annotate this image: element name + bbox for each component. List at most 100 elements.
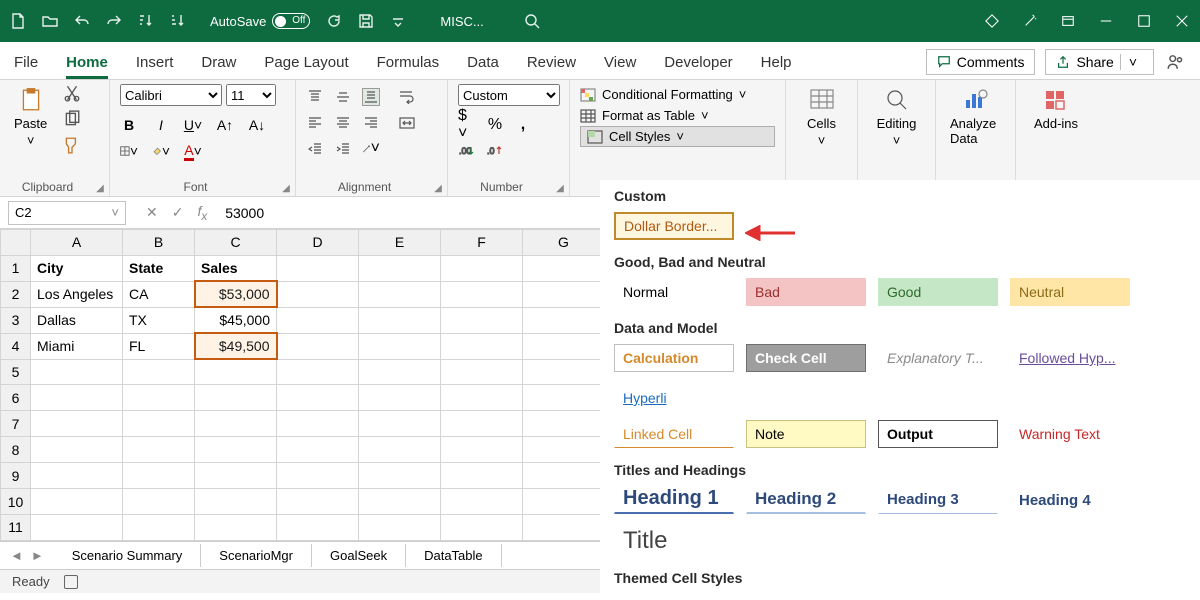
row-header[interactable]: 9: [1, 463, 31, 489]
font-size-select[interactable]: 11: [226, 84, 276, 106]
editing-button[interactable]: Editing˅: [873, 84, 921, 150]
row-header[interactable]: 6: [1, 385, 31, 411]
style-title[interactable]: Title: [614, 526, 674, 556]
cell[interactable]: CA: [123, 281, 195, 307]
cell[interactable]: [359, 489, 441, 515]
style-dollar-border[interactable]: Dollar Border...: [614, 212, 734, 240]
cell[interactable]: Dallas: [31, 307, 123, 333]
style-check-cell[interactable]: Check Cell: [746, 344, 866, 372]
cell[interactable]: [123, 411, 195, 437]
align-center-icon[interactable]: [334, 114, 352, 132]
cell[interactable]: [31, 437, 123, 463]
tab-data[interactable]: Data: [467, 46, 499, 79]
cells-button[interactable]: Cells˅: [803, 84, 840, 150]
cell[interactable]: $53,000: [195, 281, 277, 307]
cell[interactable]: [441, 411, 523, 437]
style-good[interactable]: Good: [878, 278, 998, 306]
tab-help[interactable]: Help: [761, 46, 792, 79]
col-header-G[interactable]: G: [523, 230, 605, 256]
percent-icon[interactable]: %: [486, 116, 504, 134]
sheet-tab[interactable]: DataTable: [406, 544, 502, 567]
copy-icon[interactable]: [63, 110, 81, 128]
window-mode-icon[interactable]: [1060, 13, 1076, 29]
paste-button[interactable]: Paste ˅: [10, 84, 51, 154]
cell[interactable]: [441, 333, 523, 359]
align-right-icon[interactable]: [362, 114, 380, 132]
style-output[interactable]: Output: [878, 420, 998, 448]
style-heading-4[interactable]: Heading 4: [1010, 486, 1130, 514]
save-icon[interactable]: [358, 13, 374, 29]
cell[interactable]: [277, 411, 359, 437]
decrease-font-icon[interactable]: A↓: [248, 116, 266, 134]
cell[interactable]: [277, 489, 359, 515]
conditional-formatting-button[interactable]: Conditional Formatting ˅: [580, 84, 775, 105]
cell[interactable]: [441, 307, 523, 333]
cell[interactable]: [359, 385, 441, 411]
tab-formulas[interactable]: Formulas: [377, 46, 440, 79]
col-header-C[interactable]: C: [195, 230, 277, 256]
format-as-table-button[interactable]: Format as Table ˅: [580, 105, 775, 126]
cell[interactable]: [277, 437, 359, 463]
font-name-select[interactable]: Calibri: [120, 84, 222, 106]
tab-draw[interactable]: Draw: [201, 46, 236, 79]
cell[interactable]: [195, 489, 277, 515]
record-macro-icon[interactable]: [64, 575, 78, 589]
cell[interactable]: [277, 359, 359, 385]
tab-review[interactable]: Review: [527, 46, 576, 79]
style-explanatory[interactable]: Explanatory T...: [878, 344, 998, 372]
sort-asc-icon[interactable]: [138, 13, 154, 29]
align-left-icon[interactable]: [306, 114, 324, 132]
align-middle-icon[interactable]: [334, 88, 352, 106]
cell[interactable]: [277, 514, 359, 540]
cell[interactable]: [441, 255, 523, 281]
style-linked-cell[interactable]: Linked Cell: [614, 420, 734, 448]
cell[interactable]: [359, 307, 441, 333]
close-icon[interactable]: [1174, 13, 1190, 29]
cell[interactable]: [523, 385, 605, 411]
sheet-prev-icon[interactable]: ◄: [10, 548, 23, 563]
wand-icon[interactable]: [1022, 13, 1038, 29]
style-heading-3[interactable]: Heading 3: [878, 486, 998, 514]
clipboard-launcher[interactable]: ◢: [93, 183, 107, 194]
share-button[interactable]: Share ˅: [1045, 49, 1154, 75]
sheet-next-icon[interactable]: ►: [31, 548, 44, 563]
tab-developer[interactable]: Developer: [664, 46, 732, 79]
analyze-data-button[interactable]: Analyze Data: [946, 84, 1005, 148]
cell[interactable]: [123, 359, 195, 385]
sheet-tab[interactable]: ScenarioMgr: [201, 544, 312, 567]
cell[interactable]: [277, 333, 359, 359]
fx-icon[interactable]: fx: [197, 203, 207, 223]
tab-insert[interactable]: Insert: [136, 46, 174, 79]
cell[interactable]: [31, 489, 123, 515]
style-bad[interactable]: Bad: [746, 278, 866, 306]
cell[interactable]: [277, 463, 359, 489]
autosave-toggle[interactable]: AutoSave Off: [210, 13, 310, 29]
tab-pagelayout[interactable]: Page Layout: [264, 46, 348, 79]
cell[interactable]: [441, 437, 523, 463]
cell[interactable]: Los Angeles: [31, 281, 123, 307]
cell[interactable]: Miami: [31, 333, 123, 359]
undo-icon[interactable]: [74, 13, 90, 29]
fill-color-button[interactable]: ˅: [152, 142, 170, 160]
sort-desc-icon[interactable]: [170, 13, 186, 29]
cell[interactable]: [523, 514, 605, 540]
cell[interactable]: $45,000: [195, 307, 277, 333]
row-header[interactable]: 8: [1, 437, 31, 463]
decrease-decimal-icon[interactable]: .0: [486, 142, 504, 160]
alignment-launcher[interactable]: ◢: [431, 183, 445, 194]
cell[interactable]: [523, 489, 605, 515]
cell[interactable]: [441, 359, 523, 385]
underline-button[interactable]: U ˅: [184, 116, 202, 134]
style-calculation[interactable]: Calculation: [614, 344, 734, 372]
minimize-icon[interactable]: [1098, 13, 1114, 29]
style-heading-1[interactable]: Heading 1: [614, 486, 734, 514]
style-followed-hyperlink[interactable]: Followed Hyp...: [1010, 344, 1130, 372]
name-box[interactable]: C2˅: [8, 201, 126, 225]
merge-center-icon[interactable]: [398, 114, 416, 132]
cell[interactable]: [523, 437, 605, 463]
row-header[interactable]: 2: [1, 281, 31, 307]
comma-icon[interactable]: ,: [514, 116, 532, 134]
font-launcher[interactable]: ◢: [279, 183, 293, 194]
cell[interactable]: [359, 281, 441, 307]
cell[interactable]: [277, 385, 359, 411]
